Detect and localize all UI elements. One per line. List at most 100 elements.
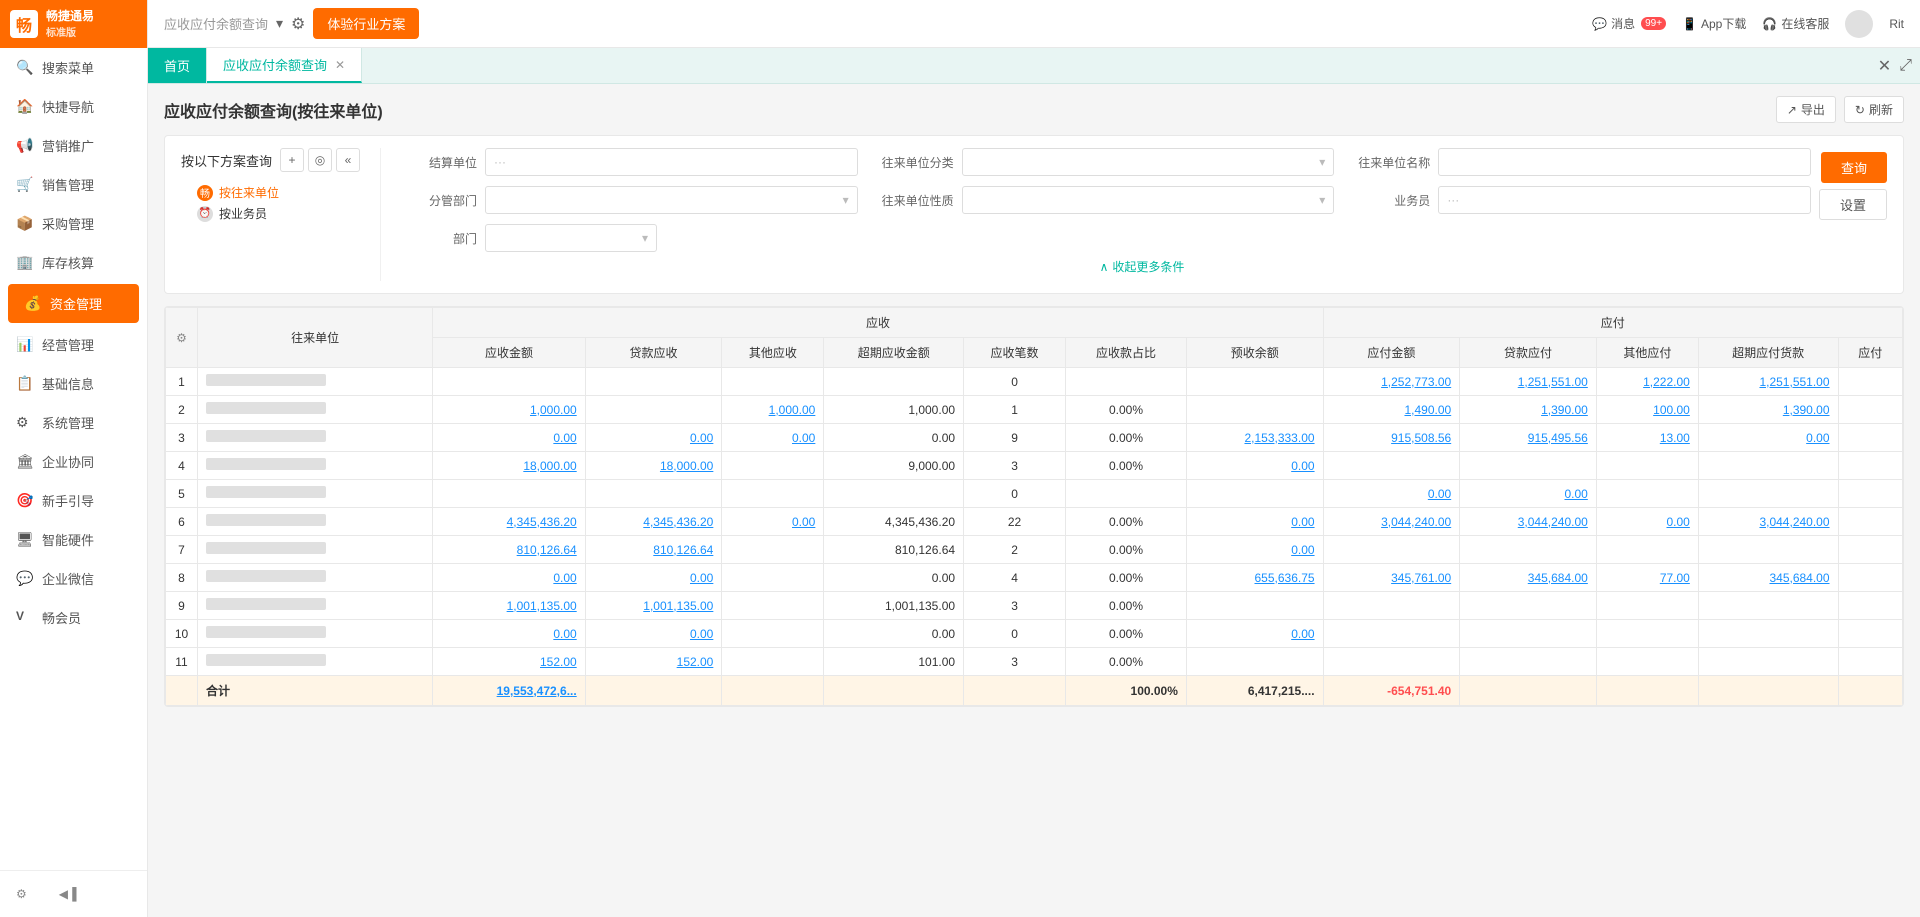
sidebar-item-member[interactable]: V 畅会员 [0,598,147,637]
table-cell[interactable]: 0.00 [1323,480,1460,508]
table-cell[interactable]: 345,684.00 [1460,564,1597,592]
table-cell-link[interactable]: 0.00 [1291,515,1314,529]
table-cell[interactable]: 0.00 [585,424,722,452]
app-download-button[interactable]: 📱 App下载 [1682,15,1746,32]
table-cell[interactable]: 0.00 [1186,620,1323,648]
gear-icon[interactable]: ⚙ [291,14,305,34]
sidebar-item-sales[interactable]: 🛒 销售管理 [0,165,147,204]
table-cell[interactable] [722,648,824,676]
table-cell-link[interactable]: 655,636.75 [1254,571,1314,585]
unit-category-input[interactable]: ▾ [962,148,1335,176]
table-cell[interactable] [1186,648,1323,676]
table-cell[interactable] [722,368,824,396]
table-cell[interactable]: 1,251,551.00 [1698,368,1838,396]
table-cell-link[interactable]: 0.00 [792,431,815,445]
sidebar-item-enterprise[interactable]: 🏛 企业协同 [0,442,147,481]
table-cell[interactable]: 0.00 [1186,452,1323,480]
table-cell-link[interactable]: 0.00 [690,431,713,445]
table-cell-link[interactable]: 1,252,773.00 [1381,375,1451,389]
table-cell[interactable] [1596,452,1698,480]
table-cell[interactable]: 100.00 [1596,396,1698,424]
unit-name-input[interactable] [1438,148,1811,176]
scheme-by-unit[interactable]: 畅 按往来单位 [197,184,364,201]
table-cell[interactable] [585,368,722,396]
table-cell-link[interactable]: 0.00 [553,627,576,641]
table-cell-link[interactable]: 77.00 [1660,571,1690,585]
footer-ar-amount-link[interactable]: 19,553,472,6... [497,684,577,698]
table-cell-link[interactable]: 3,044,240.00 [1518,515,1588,529]
table-cell[interactable]: 18,000.00 [585,452,722,480]
table-cell[interactable] [1596,620,1698,648]
table-cell[interactable] [1460,620,1597,648]
table-cell[interactable]: 345,761.00 [1323,564,1460,592]
table-cell[interactable] [1186,368,1323,396]
table-cell[interactable]: 345,684.00 [1698,564,1838,592]
table-cell[interactable] [1698,592,1838,620]
table-cell[interactable]: 0.00 [585,620,722,648]
table-cell[interactable] [1698,536,1838,564]
table-cell[interactable]: 0.00 [1186,508,1323,536]
table-cell-link[interactable]: 0.00 [792,515,815,529]
table-cell[interactable]: 0.00 [1460,480,1597,508]
table-cell[interactable] [1323,452,1460,480]
table-cell[interactable] [1460,536,1597,564]
table-cell[interactable]: 915,495.56 [1460,424,1597,452]
table-cell[interactable]: 3,044,240.00 [1460,508,1597,536]
table-cell-link[interactable]: 152.00 [677,655,714,669]
table-cell-link[interactable]: 100.00 [1653,403,1690,417]
table-cell[interactable] [1698,452,1838,480]
table-cell[interactable] [1460,592,1597,620]
table-cell[interactable] [722,564,824,592]
table-cell-link[interactable]: 4,345,436.20 [643,515,713,529]
table-cell[interactable] [433,368,585,396]
table-cell[interactable] [585,396,722,424]
table-cell[interactable] [1186,480,1323,508]
table-cell-link[interactable]: 1,001,135.00 [507,599,577,613]
table-cell-link[interactable]: 0.00 [1291,459,1314,473]
table-cell-link[interactable]: 18,000.00 [660,459,713,473]
table-cell-link[interactable]: 915,495.56 [1528,431,1588,445]
table-cell[interactable] [1596,480,1698,508]
scheme-by-staff[interactable]: ⏰ 按业务员 [197,205,364,222]
table-cell-link[interactable]: 1,000.00 [530,403,577,417]
table-cell[interactable] [722,480,824,508]
table-cell[interactable] [1596,536,1698,564]
sidebar-bottom-settings[interactable]: ⚙ [0,879,43,909]
table-cell-link[interactable]: 0.00 [553,571,576,585]
table-cell-link[interactable]: 3,044,240.00 [1381,515,1451,529]
table-cell-link[interactable]: 2,153,333.00 [1244,431,1314,445]
table-cell[interactable]: 2,153,333.00 [1186,424,1323,452]
tab-close-btn[interactable]: ✕ [1878,56,1891,76]
dropdown-icon[interactable]: ▾ [276,15,283,32]
tab-home[interactable]: 首页 [148,48,207,83]
table-cell[interactable] [1596,648,1698,676]
table-cell[interactable]: 13.00 [1596,424,1698,452]
unit-nature-input[interactable]: ▾ [962,186,1335,214]
tab-ar-ap[interactable]: 应收应付余额查询 ✕ [207,48,362,83]
table-cell-link[interactable]: 1,251,551.00 [1518,375,1588,389]
table-cell[interactable]: 0.00 [722,508,824,536]
table-cell[interactable] [1698,480,1838,508]
table-cell[interactable]: 0.00 [433,564,585,592]
table-cell[interactable]: 0.00 [1186,536,1323,564]
sidebar-item-wechat[interactable]: 💬 企业微信 [0,559,147,598]
table-cell[interactable] [1186,592,1323,620]
sidebar-bottom-collapse[interactable]: ◀▐ [43,879,93,909]
export-button[interactable]: ↗ 导出 [1776,96,1836,123]
refresh-button[interactable]: ↻ 刷新 [1844,96,1904,123]
table-cell[interactable] [722,620,824,648]
table-cell[interactable]: 1,251,551.00 [1460,368,1597,396]
sidebar-item-search[interactable]: 🔍 搜索菜单 [0,48,147,87]
table-cell-link[interactable]: 18,000.00 [523,459,576,473]
table-cell[interactable]: 1,252,773.00 [1323,368,1460,396]
table-cell[interactable] [1323,536,1460,564]
sidebar-item-hardware[interactable]: 🖥 智能硬件 [0,520,147,559]
table-cell-link[interactable]: 1,490.00 [1404,403,1451,417]
table-cell-link[interactable]: 810,126.64 [653,543,713,557]
table-cell-link[interactable]: 1,001,135.00 [643,599,713,613]
table-cell-link[interactable]: 0.00 [690,627,713,641]
table-cell[interactable] [1323,620,1460,648]
table-cell-link[interactable]: 345,684.00 [1769,571,1829,585]
avatar[interactable] [1845,10,1873,38]
dept-mgr-input[interactable]: ▾ [485,186,858,214]
